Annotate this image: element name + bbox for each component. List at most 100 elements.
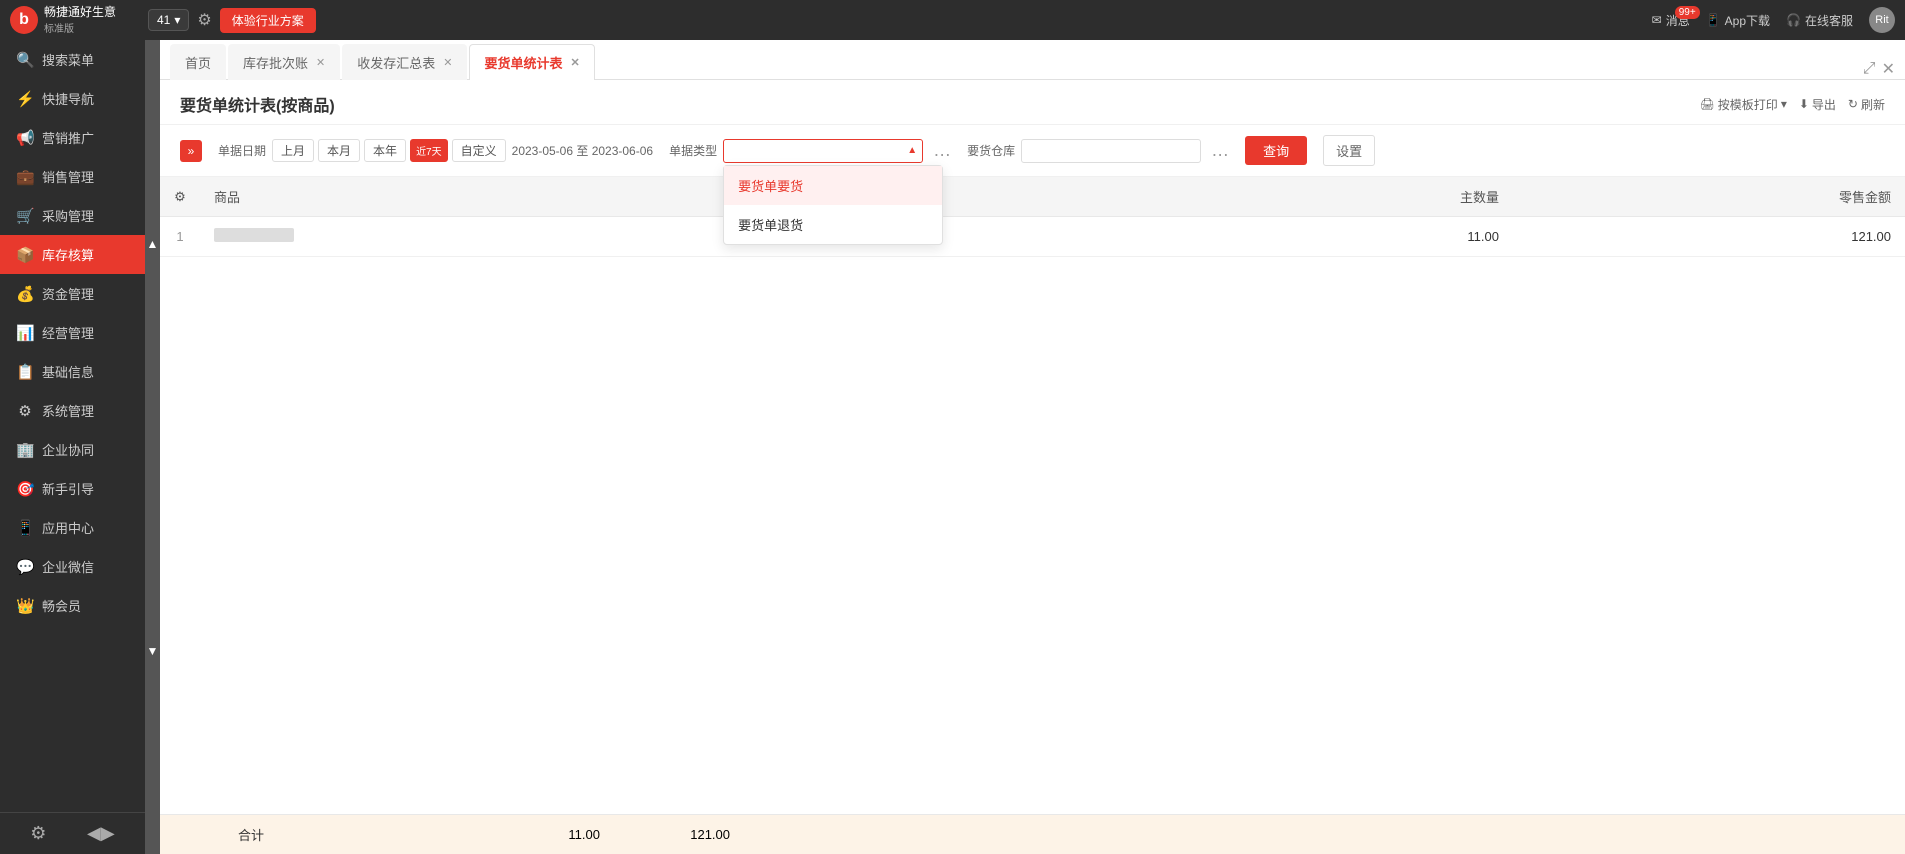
message-btn[interactable]: ✉ 消息 99+: [1652, 12, 1690, 29]
sidebar-item-member[interactable]: 👑 畅会员: [0, 586, 145, 625]
sidebar-label-wechat: 企业微信: [42, 557, 94, 576]
dropdown-option-0[interactable]: 要货单要货: [724, 166, 942, 205]
sidebar-item-operations[interactable]: 📊 经营管理: [0, 313, 145, 352]
tab-order-stats[interactable]: 要货单统计表 ✕: [469, 44, 594, 80]
dropdown-option-1[interactable]: 要货单退货: [724, 205, 942, 244]
filter-expand-btn[interactable]: »: [180, 140, 202, 162]
cell-amount: 121.00: [1513, 217, 1905, 257]
th-amount: 零售金额: [1513, 177, 1905, 217]
sidebar-item-quicknav[interactable]: ⚡ 快捷导航: [0, 79, 145, 118]
date-btn-1[interactable]: 本月: [318, 139, 360, 162]
refresh-icon: ↻: [1848, 97, 1858, 111]
sidebar-icon-basic: 📋: [16, 363, 34, 381]
app-download-btn[interactable]: 📱 App下载: [1706, 12, 1770, 29]
online-service-btn[interactable]: 🎧 在线客服: [1786, 12, 1853, 29]
settings-button[interactable]: 设置: [1323, 135, 1375, 166]
type-label: 单据类型: [669, 142, 717, 159]
tab-label-home: 首页: [185, 53, 211, 72]
tab-close-order-stats[interactable]: ✕: [571, 56, 580, 69]
sidebar-label-appstore: 应用中心: [42, 518, 94, 537]
tab-bar: 首页库存批次账✕收发存汇总表✕要货单统计表✕ ⤢ ✕: [160, 40, 1905, 80]
top-header: b 畅捷通好生意 标准版 41 ▾ ⚙ 体验行业方案 ✉ 消息 99+ 📱 Ap…: [0, 0, 1905, 40]
date-btn-0[interactable]: 上月: [272, 139, 314, 162]
th-quantity: 主数量: [1185, 177, 1513, 217]
sidebar-collapse-btn[interactable]: ◀▶: [87, 823, 115, 844]
close-all-btn[interactable]: ✕: [1882, 59, 1895, 79]
sidebar-icon-system: ⚙: [16, 402, 34, 420]
sidebar-scroll-down[interactable]: ▼: [145, 447, 160, 854]
print-icon: 🖨: [1700, 97, 1715, 111]
sidebar-item-wechat[interactable]: 💬 企业微信: [0, 547, 145, 586]
table-row: 1 块 11.00 121.00: [160, 217, 1905, 257]
header-center: 41 ▾ ⚙ 体验行业方案: [148, 8, 1644, 33]
tab-inventory-batch[interactable]: 库存批次账 ✕: [228, 44, 340, 80]
sidebar-item-sales[interactable]: 💼 销售管理: [0, 157, 145, 196]
tab-label-order-stats: 要货单统计表: [484, 53, 562, 72]
maximize-btn[interactable]: ⤢: [1863, 60, 1876, 78]
sidebar-settings-btn[interactable]: ⚙: [30, 823, 46, 844]
export-btn[interactable]: ⬇ 导出: [1799, 96, 1836, 113]
sidebar-item-marketing[interactable]: 📢 营销推广: [0, 118, 145, 157]
sidebar-icon-inventory: 📦: [16, 246, 34, 264]
type-filter-more[interactable]: …: [933, 140, 951, 161]
gear-button[interactable]: ⚙: [197, 10, 211, 30]
sidebar-icon-purchase: 🛒: [16, 207, 34, 225]
logo-area: b 畅捷通好生意 标准版: [10, 5, 140, 34]
online-service-icon: 🎧: [1786, 13, 1801, 27]
tab-close-inventory-batch[interactable]: ✕: [316, 56, 325, 69]
sidebar-item-search[interactable]: 🔍 搜索菜单: [0, 40, 145, 79]
sidebar-label-system: 系统管理: [42, 401, 94, 420]
sidebar-item-finance[interactable]: 💰 资金管理: [0, 274, 145, 313]
tab-home[interactable]: 首页: [170, 44, 226, 80]
sidebar-item-basic[interactable]: 📋 基础信息: [0, 352, 145, 391]
sidebar-item-system[interactable]: ⚙ 系统管理: [0, 391, 145, 430]
avatar[interactable]: Rit: [1869, 7, 1895, 33]
sidebar-scroll-up[interactable]: ▲: [145, 40, 160, 447]
page-actions: 🖨 按模板打印 ▾ ⬇ 导出 ↻ 刷新: [1700, 96, 1885, 113]
footer-amount: 121.00: [614, 827, 744, 842]
type-input[interactable]: [723, 139, 923, 163]
refresh-btn[interactable]: ↻ 刷新: [1848, 96, 1885, 113]
sidebar-item-enterprise[interactable]: 🏢 企业协同: [0, 430, 145, 469]
trial-button[interactable]: 体验行业方案: [220, 8, 316, 33]
type-dropdown-container: ▲ 要货单要货 要货单退货: [723, 139, 923, 163]
cell-num: 1: [160, 217, 200, 257]
sidebar-label-inventory: 库存核算: [42, 245, 94, 264]
date-btn-2[interactable]: 本年: [364, 139, 406, 162]
data-table: ⚙ 商品 主计量单位 主数量 零售金额 1 块 11.00 121.00: [160, 177, 1905, 257]
main-layout: 🔍 搜索菜单⚡ 快捷导航📢 营销推广💼 销售管理🛒 采购管理📦 库存核算💰 资金…: [0, 40, 1905, 854]
sidebar: 🔍 搜索菜单⚡ 快捷导航📢 营销推广💼 销售管理🛒 采购管理📦 库存核算💰 资金…: [0, 40, 145, 854]
date-btn-4[interactable]: 自定义: [452, 139, 506, 162]
sidebar-item-newbie[interactable]: 🎯 新手引导: [0, 469, 145, 508]
sidebar-label-quicknav: 快捷导航: [42, 89, 94, 108]
message-badge: 99+: [1675, 6, 1700, 19]
warehouse-input[interactable]: [1021, 139, 1201, 163]
print-btn[interactable]: 🖨 按模板打印 ▾: [1700, 96, 1787, 113]
filter-bar: » 单据日期 上月本月本年近7天自定义 2023-05-06 至 2023-06…: [160, 125, 1905, 177]
type-dropdown-menu: 要货单要货 要货单退货: [723, 165, 943, 245]
tab-receive-summary[interactable]: 收发存汇总表✕: [342, 44, 467, 80]
tab-close-receive-summary[interactable]: ✕: [443, 56, 452, 69]
table-wrap: ⚙ 商品 主计量单位 主数量 零售金额 1 块 11.00 121.00: [160, 177, 1905, 814]
query-button[interactable]: 查询: [1245, 136, 1307, 165]
sidebar-icon-search: 🔍: [16, 51, 34, 69]
date-btn-3[interactable]: 近7天: [410, 139, 448, 162]
app-subtitle: 标准版: [44, 20, 116, 35]
sidebar-label-newbie: 新手引导: [42, 479, 94, 498]
sidebar-icon-newbie: 🎯: [16, 480, 34, 498]
sidebar-icon-sales: 💼: [16, 168, 34, 186]
store-selector[interactable]: 41 ▾: [148, 9, 189, 31]
sidebar-icon-operations: 📊: [16, 324, 34, 342]
sidebar-label-finance: 资金管理: [42, 284, 94, 303]
app-download-icon: 📱: [1706, 13, 1721, 27]
sidebar-icon-marketing: 📢: [16, 129, 34, 147]
sidebar-item-inventory[interactable]: 📦 库存核算: [0, 235, 145, 274]
sidebar-item-purchase[interactable]: 🛒 采购管理: [0, 196, 145, 235]
th-settings[interactable]: ⚙: [160, 177, 200, 217]
page-header: 要货单统计表(按商品) 🖨 按模板打印 ▾ ⬇ 导出 ↻ 刷新: [160, 80, 1905, 125]
warehouse-filter-more[interactable]: …: [1211, 140, 1229, 161]
sidebar-item-appstore[interactable]: 📱 应用中心: [0, 508, 145, 547]
sidebar-label-enterprise: 企业协同: [42, 440, 94, 459]
tab-label-inventory-batch: 库存批次账: [243, 53, 308, 72]
th-product: 商品: [200, 177, 729, 217]
